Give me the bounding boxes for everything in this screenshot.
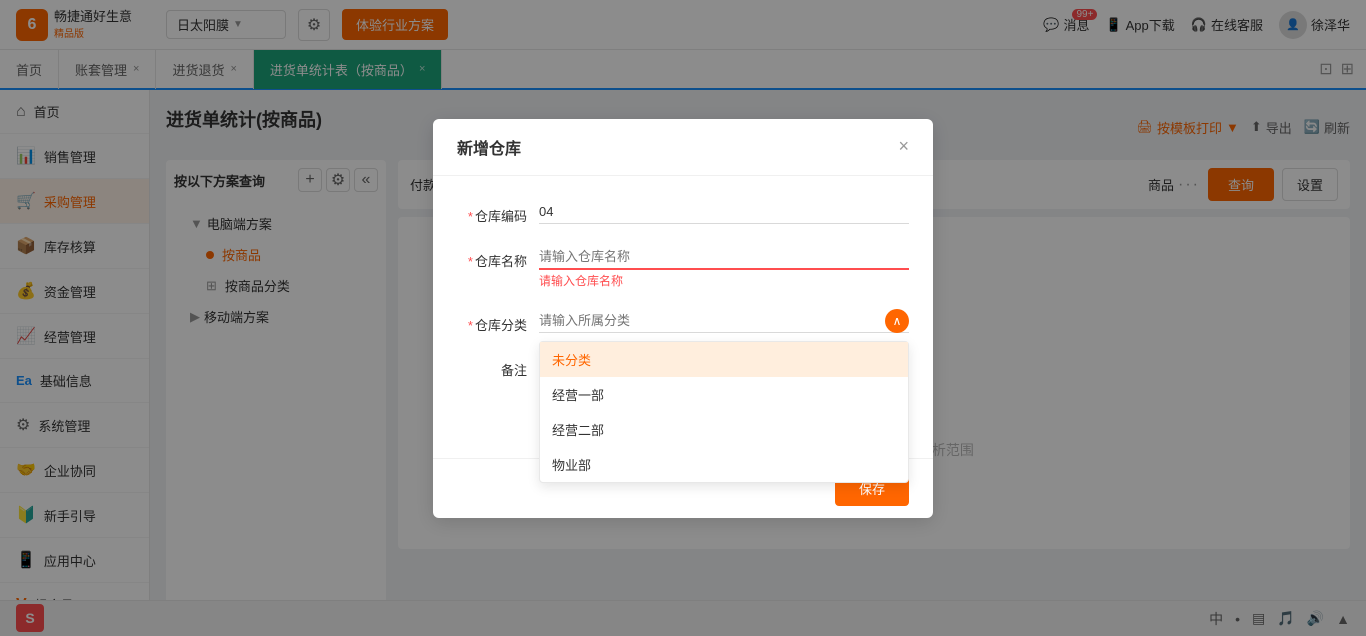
category-dropdown: 未分类 经营一部 经营二部 物业部: [539, 341, 909, 483]
name-input[interactable]: [539, 245, 909, 270]
modal-close-button[interactable]: ×: [898, 136, 909, 157]
form-item-category: 仓库分类 ∧ 未分类 经营一部 经营二部 物业部: [457, 309, 909, 334]
dropdown-item-1[interactable]: 经营一部: [540, 377, 908, 412]
name-wrap: 请输入仓库名称: [539, 245, 909, 289]
category-dropdown-toggle[interactable]: ∧: [885, 309, 909, 333]
category-wrap: ∧ 未分类 经营一部 经营二部 物业部: [539, 309, 909, 333]
modal-overlay: 新增仓库 × 仓库编码 仓库名称 请输入仓库名称 仓库分类: [0, 0, 1366, 636]
remark-label: 备注: [457, 354, 527, 379]
name-error-msg: 请输入仓库名称: [539, 272, 909, 289]
modal-title: 新增仓库: [457, 135, 521, 159]
category-input[interactable]: [539, 309, 909, 333]
code-wrap: [539, 200, 909, 224]
code-label: 仓库编码: [457, 200, 527, 225]
modal-dialog: 新增仓库 × 仓库编码 仓库名称 请输入仓库名称 仓库分类: [433, 119, 933, 518]
modal-body: 仓库编码 仓库名称 请输入仓库名称 仓库分类 ∧: [433, 176, 933, 458]
dropdown-item-2[interactable]: 经营二部: [540, 412, 908, 447]
dropdown-item-0[interactable]: 未分类: [540, 342, 908, 377]
form-item-name: 仓库名称 请输入仓库名称: [457, 245, 909, 289]
form-item-code: 仓库编码: [457, 200, 909, 225]
dropdown-item-3[interactable]: 物业部: [540, 447, 908, 482]
name-label: 仓库名称: [457, 245, 527, 270]
code-input[interactable]: [539, 200, 909, 224]
modal-header: 新增仓库 ×: [433, 119, 933, 176]
category-select-wrap: ∧ 未分类 经营一部 经营二部 物业部: [539, 309, 909, 333]
category-label: 仓库分类: [457, 309, 527, 334]
